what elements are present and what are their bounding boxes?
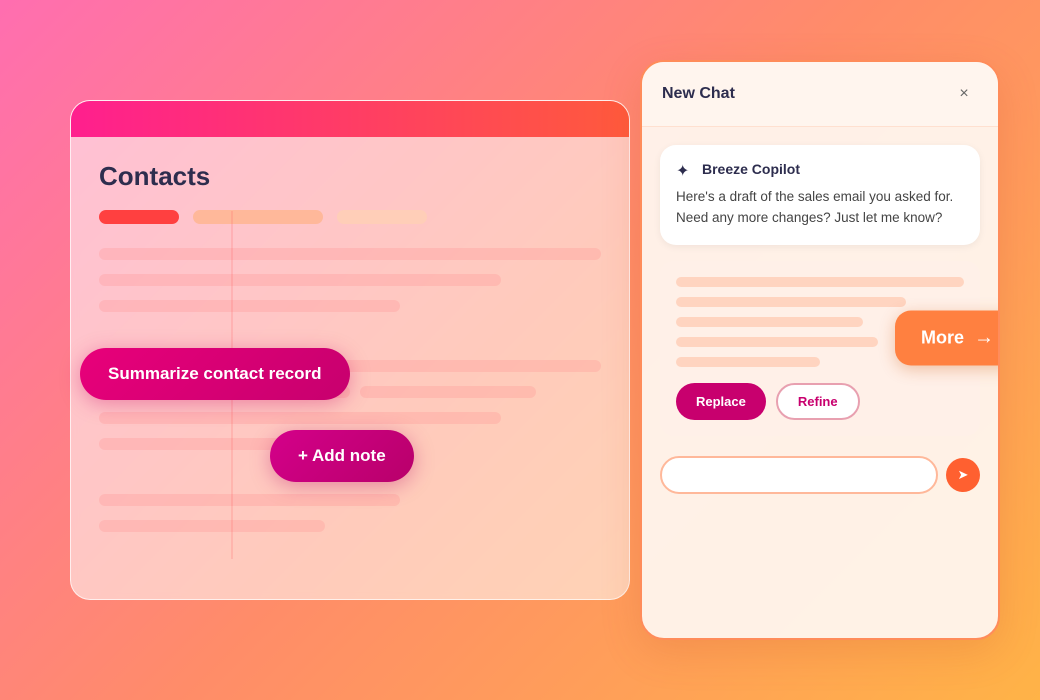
more-arrow-icon: → <box>974 327 994 350</box>
breeze-message-text: Here's a draft of the sales email you as… <box>676 187 964 229</box>
chat-panel: More → New Chat × Breeze Copilot Here's … <box>640 60 1000 640</box>
refine-button[interactable]: Refine <box>776 383 860 420</box>
line-2 <box>99 274 501 286</box>
tab-peach <box>193 210 323 224</box>
draft-line-2 <box>676 297 906 307</box>
line-10 <box>99 520 325 532</box>
contacts-card-body: Contacts <box>71 137 629 556</box>
chat-input-row: ➤ <box>660 452 980 502</box>
line-1 <box>99 248 601 260</box>
chat-input[interactable] <box>660 456 938 494</box>
send-button[interactable]: ➤ <box>946 458 980 492</box>
contacts-card-topbar <box>71 101 629 137</box>
breeze-name: Breeze Copilot <box>702 161 800 177</box>
draft-line-1 <box>676 277 964 287</box>
line-row-6 <box>99 412 601 424</box>
draft-actions: Replace Refine <box>676 383 964 420</box>
line-row-1 <box>99 248 601 260</box>
draft-line-3 <box>676 317 863 327</box>
line-9 <box>99 494 400 506</box>
chat-header: New Chat × <box>642 62 998 127</box>
send-icon: ➤ <box>958 467 969 483</box>
tab-red <box>99 210 179 224</box>
breeze-header: Breeze Copilot <box>676 161 964 177</box>
chat-title: New Chat <box>662 85 735 103</box>
line-6 <box>360 386 536 398</box>
close-chat-button[interactable]: × <box>950 80 978 108</box>
line-8 <box>99 438 300 450</box>
breeze-sparkle-icon <box>676 161 692 177</box>
breeze-message: Breeze Copilot Here's a draft of the sal… <box>660 145 980 245</box>
line-3 <box>99 300 400 312</box>
line-row-2 <box>99 274 601 286</box>
summarize-contact-button[interactable]: Summarize contact record <box>80 348 350 400</box>
more-button[interactable]: More → <box>895 311 1000 366</box>
draft-line-5 <box>676 357 820 367</box>
more-label: More <box>921 328 964 349</box>
contacts-tabs <box>99 210 601 224</box>
line-row-8 <box>99 494 601 506</box>
contacts-title: Contacts <box>99 161 601 192</box>
add-note-button[interactable]: + Add note <box>270 430 414 482</box>
chat-body: Breeze Copilot Here's a draft of the sal… <box>642 127 998 633</box>
tab-light <box>337 210 427 224</box>
draft-line-4 <box>676 337 878 347</box>
line-7 <box>99 412 501 424</box>
line-row-9 <box>99 520 601 532</box>
line-row-3 <box>99 300 601 312</box>
main-scene: Contacts <box>40 40 1000 660</box>
replace-button[interactable]: Replace <box>676 383 766 420</box>
